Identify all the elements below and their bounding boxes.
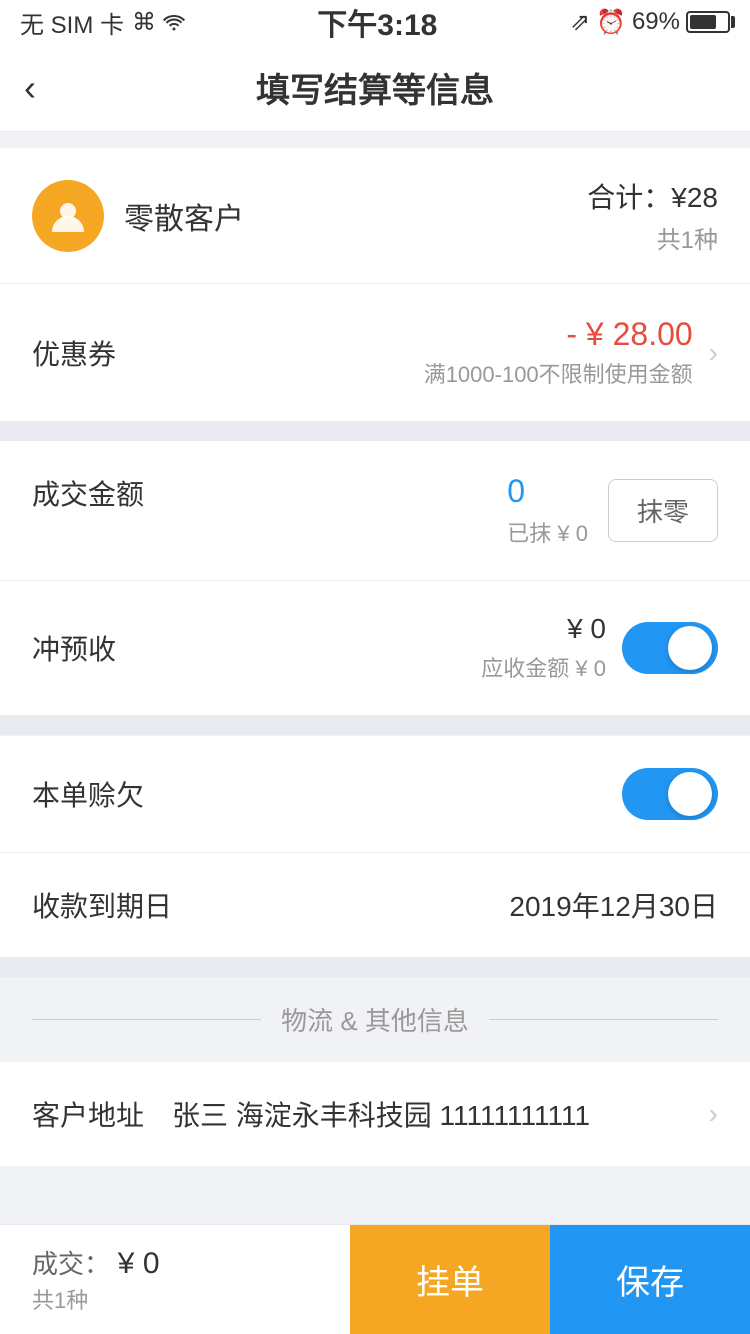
location-icon: ⇗	[570, 8, 590, 37]
coupon-label: 优惠券	[32, 333, 116, 373]
nav-title: 填写结算等信息	[256, 63, 494, 112]
due-date-label: 收款到期日	[32, 885, 172, 925]
logistics-header: 物流 & 其他信息	[0, 977, 750, 1062]
coupon-sub: 满1000-100不限制使用金额	[424, 357, 693, 389]
due-date-value: 2019年12月30日	[509, 885, 718, 925]
customer-left: 零散客户	[32, 180, 244, 252]
customer-avatar	[32, 180, 104, 252]
address-row[interactable]: 客户地址 张三 海淀永丰科技园 11111111111 ›	[0, 1062, 750, 1166]
customer-section: 零散客户 合计：¥28 共1种	[0, 148, 750, 283]
prepayment-label: 冲预收	[32, 628, 116, 668]
due-date-row[interactable]: 收款到期日 2019年12月30日	[0, 852, 750, 957]
credit-toggle[interactable]	[622, 768, 718, 820]
alarm-icon: ⏰	[596, 8, 626, 37]
coupon-chevron-icon: ›	[709, 337, 718, 369]
bottom-left: 成交： ¥ 0 共1种	[0, 1225, 350, 1334]
customer-right: 合计：¥28 共1种	[587, 176, 718, 255]
prepayment-right: ¥ 0 应收金额 ¥ 0	[481, 613, 718, 683]
prepayment-row: 冲预收 ¥ 0 应收金额 ¥ 0	[0, 580, 750, 715]
wifi-icon: ⌘	[132, 8, 185, 37]
due-date-right: 2019年12月30日	[509, 885, 718, 925]
address-section: 客户地址 张三 海淀永丰科技园 11111111111 ›	[0, 1062, 750, 1166]
divider-3	[0, 957, 750, 977]
coupon-value: - ¥ 28.00	[424, 316, 693, 353]
toggle-knob	[668, 626, 712, 670]
nav-bar: ‹ 填写结算等信息	[0, 44, 750, 132]
coupon-section: 优惠券 - ¥ 28.00 满1000-100不限制使用金额 ›	[0, 283, 750, 421]
credit-label: 本单赊欠	[32, 774, 144, 814]
status-bar: 无 SIM 卡 ⌘ 下午3:18 ⇗ ⏰ 69%	[0, 0, 750, 44]
prepayment-toggle[interactable]	[622, 622, 718, 674]
header-line-left	[32, 1019, 261, 1020]
status-left: 无 SIM 卡 ⌘	[20, 5, 185, 40]
logistics-header-text: 物流 & 其他信息	[281, 1001, 469, 1038]
address-label: 客户地址	[32, 1094, 152, 1134]
credit-toggle-knob	[668, 772, 712, 816]
address-chevron-icon: ›	[709, 1098, 718, 1130]
divider-2	[0, 715, 750, 735]
back-button[interactable]: ‹	[24, 67, 36, 109]
customer-row: 零散客户 合计：¥28 共1种	[0, 148, 750, 283]
no-sim-text: 无 SIM 卡	[20, 5, 124, 40]
prepayment-sub: 应收金额 ¥ 0	[481, 651, 606, 683]
customer-count: 共1种	[587, 220, 718, 255]
status-right: ⇗ ⏰ 69%	[570, 8, 730, 37]
transaction-label: 成交金额	[32, 473, 144, 513]
credit-right	[622, 768, 718, 820]
coupon-row[interactable]: 优惠券 - ¥ 28.00 满1000-100不限制使用金额 ›	[0, 283, 750, 421]
bottom-label: 成交：	[32, 1249, 110, 1279]
save-button[interactable]: 保存	[550, 1225, 750, 1334]
address-value: 张三 海淀永丰科技园 11111111111	[172, 1094, 699, 1134]
battery-percent: 69%	[632, 8, 680, 36]
main-content: 零散客户 合计：¥28 共1种 优惠券 - ¥ 28.00 满1000-100不…	[0, 148, 750, 1286]
credit-row: 本单赊欠	[0, 735, 750, 852]
coupon-right: - ¥ 28.00 满1000-100不限制使用金额 ›	[424, 316, 718, 389]
status-time: 下午3:18	[317, 0, 437, 44]
battery-icon	[686, 11, 730, 33]
round-button[interactable]: 抹零	[608, 479, 718, 542]
transaction-right: 0 已抹 ¥ 0 抹零	[507, 473, 718, 548]
bottom-count: 共1种	[32, 1283, 318, 1315]
transaction-sub: 已抹 ¥ 0	[507, 516, 588, 548]
prepayment-value: ¥ 0	[481, 613, 606, 645]
transaction-row: 成交金额 0 已抹 ¥ 0 抹零	[0, 441, 750, 580]
pending-button[interactable]: 挂单	[350, 1225, 550, 1334]
header-line-right	[489, 1019, 718, 1020]
customer-total: 合计：¥28	[587, 176, 718, 216]
transaction-section: 成交金额 0 已抹 ¥ 0 抹零 冲预收 ¥ 0 应收金额 ¥ 0	[0, 441, 750, 715]
bottom-bar: 成交： ¥ 0 共1种 挂单 保存	[0, 1224, 750, 1334]
transaction-value: 0	[507, 473, 588, 510]
divider-1	[0, 421, 750, 441]
customer-name: 零散客户	[124, 194, 244, 238]
credit-section: 本单赊欠 收款到期日 2019年12月30日	[0, 735, 750, 957]
bottom-value: ¥ 0	[118, 1247, 160, 1280]
